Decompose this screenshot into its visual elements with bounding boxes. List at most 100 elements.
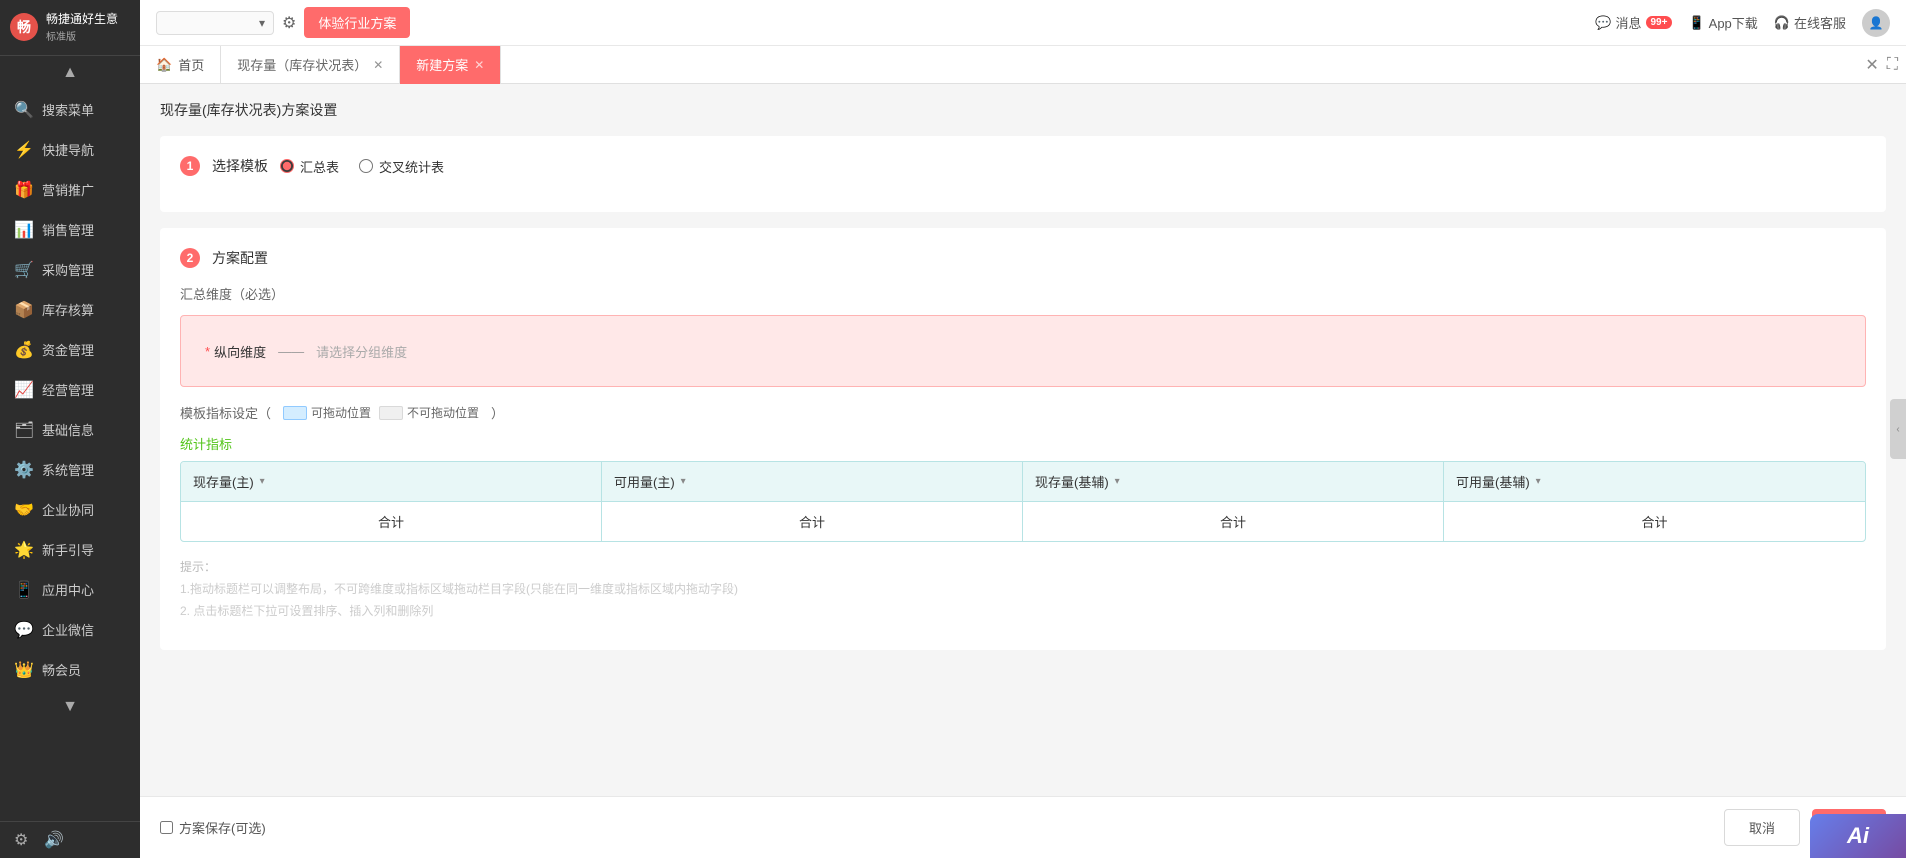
sidebar-label-system: 系统管理 (42, 460, 94, 479)
sidebar-item-member[interactable]: 👑 畅会员 (0, 650, 140, 690)
save-checkbox[interactable] (160, 821, 173, 834)
radio-cross[interactable]: 交叉统计表 (359, 157, 444, 176)
gear-button[interactable]: ⚙ (282, 13, 296, 33)
sidebar-scroll-down[interactable]: ▼ (0, 690, 140, 724)
system-icon: ⚙️ (14, 460, 34, 480)
ai-badge[interactable]: Ai (1810, 814, 1906, 858)
topbar-right: 💬 消息 99+ 📱 App下载 🎧 在线客服 👤 (1595, 9, 1890, 37)
tab-expand-button[interactable]: ⛶ (1887, 56, 1898, 74)
business-icon: 📈 (14, 380, 34, 400)
dimension-section-label: 汇总维度（必选） (180, 284, 1866, 303)
step2-header: 2 方案配置 (180, 248, 1866, 268)
right-panel-toggle[interactable]: ‹ (1890, 399, 1906, 459)
sidebar-label-apps: 应用中心 (42, 580, 94, 599)
footer-bar: 方案保存(可选) 取消 查询 (140, 796, 1906, 858)
search-dropdown-button[interactable]: ▾ (259, 16, 265, 30)
wechat-icon: 💬 (14, 620, 34, 640)
drag-label: 可拖动位置 (311, 404, 371, 421)
stats-th-1-dropdown[interactable]: ▾ (681, 476, 686, 487)
sidebar-scroll-up[interactable]: ▲ (0, 56, 140, 90)
stats-table-row-0: 合计 合计 合计 合计 (181, 501, 1865, 541)
stats-th-2-dropdown[interactable]: ▾ (1115, 476, 1120, 487)
stats-th-0-label: 现存量(主) (193, 472, 254, 491)
drag-color-swatch (283, 406, 307, 420)
stats-th-0[interactable]: 现存量(主) ▾ (181, 462, 602, 501)
tab-inventory-close[interactable]: ✕ (373, 58, 383, 72)
save-checkbox-label[interactable]: 方案保存(可选) (160, 818, 266, 837)
sidebar-label-enterprise: 企业协同 (42, 500, 94, 519)
phone-icon: 📱 (1688, 15, 1704, 31)
message-icon: 💬 (1595, 15, 1611, 31)
step1-number: 1 (180, 156, 200, 176)
indicator-legend: 可拖动位置 不可拖动位置 (283, 404, 479, 421)
legend-nodrag: 不可拖动位置 (379, 404, 479, 421)
purchase-icon: 🛒 (14, 260, 34, 280)
cancel-button[interactable]: 取消 (1724, 809, 1800, 846)
sidebar-label-wechat: 企业微信 (42, 620, 94, 639)
step2-section: 2 方案配置 汇总维度（必选） * 纵向维度 —— 请选择分组维度 模板指标设定… (160, 228, 1886, 650)
tab-new-plan[interactable]: 新建方案 ✕ (400, 46, 501, 84)
stats-th-3-dropdown[interactable]: ▾ (1536, 476, 1541, 487)
tabbar: 🏠 首页 现存量（库存状况表） ✕ 新建方案 ✕ ✕ ⛶ (140, 46, 1906, 84)
sidebar-item-guide[interactable]: 🌟 新手引导 (0, 530, 140, 570)
sound-icon[interactable]: 🔊 (44, 830, 64, 850)
sidebar-label-search: 搜索菜单 (42, 100, 94, 119)
message-label: 消息 (1615, 13, 1641, 32)
stats-table-header: 现存量(主) ▾ 可用量(主) ▾ 现存量(基辅) ▾ 可用量(基辅) (181, 462, 1865, 501)
radio-cross-input[interactable] (359, 159, 373, 173)
sidebar-item-wechat[interactable]: 💬 企业微信 (0, 610, 140, 650)
radio-summary[interactable]: 汇总表 (280, 157, 339, 176)
sidebar-item-purchase[interactable]: 🛒 采购管理 (0, 250, 140, 290)
sidebar-item-system[interactable]: ⚙️ 系统管理 (0, 450, 140, 490)
stats-th-0-dropdown[interactable]: ▾ (260, 476, 265, 487)
sidebar-item-finance[interactable]: 💰 资金管理 (0, 330, 140, 370)
stats-td-0-0: 合计 (181, 502, 602, 541)
dimension-box[interactable]: * 纵向维度 —— 请选择分组维度 (180, 315, 1866, 387)
stats-th-1[interactable]: 可用量(主) ▾ (602, 462, 1023, 501)
radio-cross-label: 交叉统计表 (379, 157, 444, 176)
sidebar-item-basic[interactable]: 🗂 基础信息 (0, 410, 140, 450)
sidebar-item-business[interactable]: 📈 经营管理 (0, 370, 140, 410)
sidebar-item-enterprise[interactable]: 🤝 企业协同 (0, 490, 140, 530)
guide-icon: 🌟 (14, 540, 34, 560)
search-input[interactable] (165, 16, 255, 30)
sidebar-item-apps[interactable]: 📱 应用中心 (0, 570, 140, 610)
template-radio-group: 汇总表 交叉统计表 (280, 157, 444, 176)
step1-header: 1 选择模板 汇总表 交叉统计表 (180, 156, 1866, 176)
online-service-button[interactable]: 🎧 在线客服 (1774, 13, 1846, 32)
indicator-setting-suffix: ） (491, 403, 504, 422)
tab-close-all-button[interactable]: ✕ (1865, 55, 1878, 75)
sidebar-label-basic: 基础信息 (42, 420, 94, 439)
apps-icon: 📱 (14, 580, 34, 600)
sidebar-item-quick-nav[interactable]: ⚡ 快捷导航 (0, 130, 140, 170)
stats-th-2[interactable]: 现存量(基辅) ▾ (1023, 462, 1444, 501)
sidebar-item-sales[interactable]: 📊 销售管理 (0, 210, 140, 250)
user-avatar[interactable]: 👤 (1862, 9, 1890, 37)
sidebar-item-marketing[interactable]: 🎁 营销推广 (0, 170, 140, 210)
scroll-down-button[interactable]: ▼ (58, 694, 82, 720)
avatar-icon: 👤 (1869, 16, 1884, 30)
basic-icon: 🗂 (14, 420, 34, 440)
sidebar-item-inventory[interactable]: 📦 库存核算 (0, 290, 140, 330)
tab-new-plan-close[interactable]: ✕ (474, 58, 484, 72)
tab-home[interactable]: 🏠 首页 (140, 46, 221, 84)
settings-icon[interactable]: ⚙ (14, 830, 28, 850)
sidebar-item-search[interactable]: 🔍 搜索菜单 (0, 90, 140, 130)
search-box: ▾ (156, 11, 274, 35)
dimension-name: 纵向维度 (214, 342, 266, 361)
trial-button[interactable]: 体验行业方案 (304, 7, 410, 38)
tips-item-1: 2. 点击标题栏下拉可设置排序、插入列和删除列 (180, 601, 1866, 623)
dimension-dash: —— (278, 344, 304, 359)
radio-summary-input[interactable] (280, 159, 294, 173)
sidebar-label-purchase: 采购管理 (42, 260, 94, 279)
save-label: 方案保存(可选) (179, 818, 266, 837)
sidebar-label-member: 畅会员 (42, 660, 81, 679)
app-download-button[interactable]: 📱 App下载 (1688, 13, 1757, 32)
step2-number: 2 (180, 248, 200, 268)
headset-icon: 🎧 (1774, 15, 1790, 31)
stats-th-3[interactable]: 可用量(基辅) ▾ (1444, 462, 1865, 501)
message-button[interactable]: 💬 消息 99+ (1595, 13, 1672, 32)
quicknav-icon: ⚡ (14, 140, 34, 160)
scroll-up-button[interactable]: ▲ (58, 60, 82, 86)
tab-inventory[interactable]: 现存量（库存状况表） ✕ (221, 46, 400, 84)
